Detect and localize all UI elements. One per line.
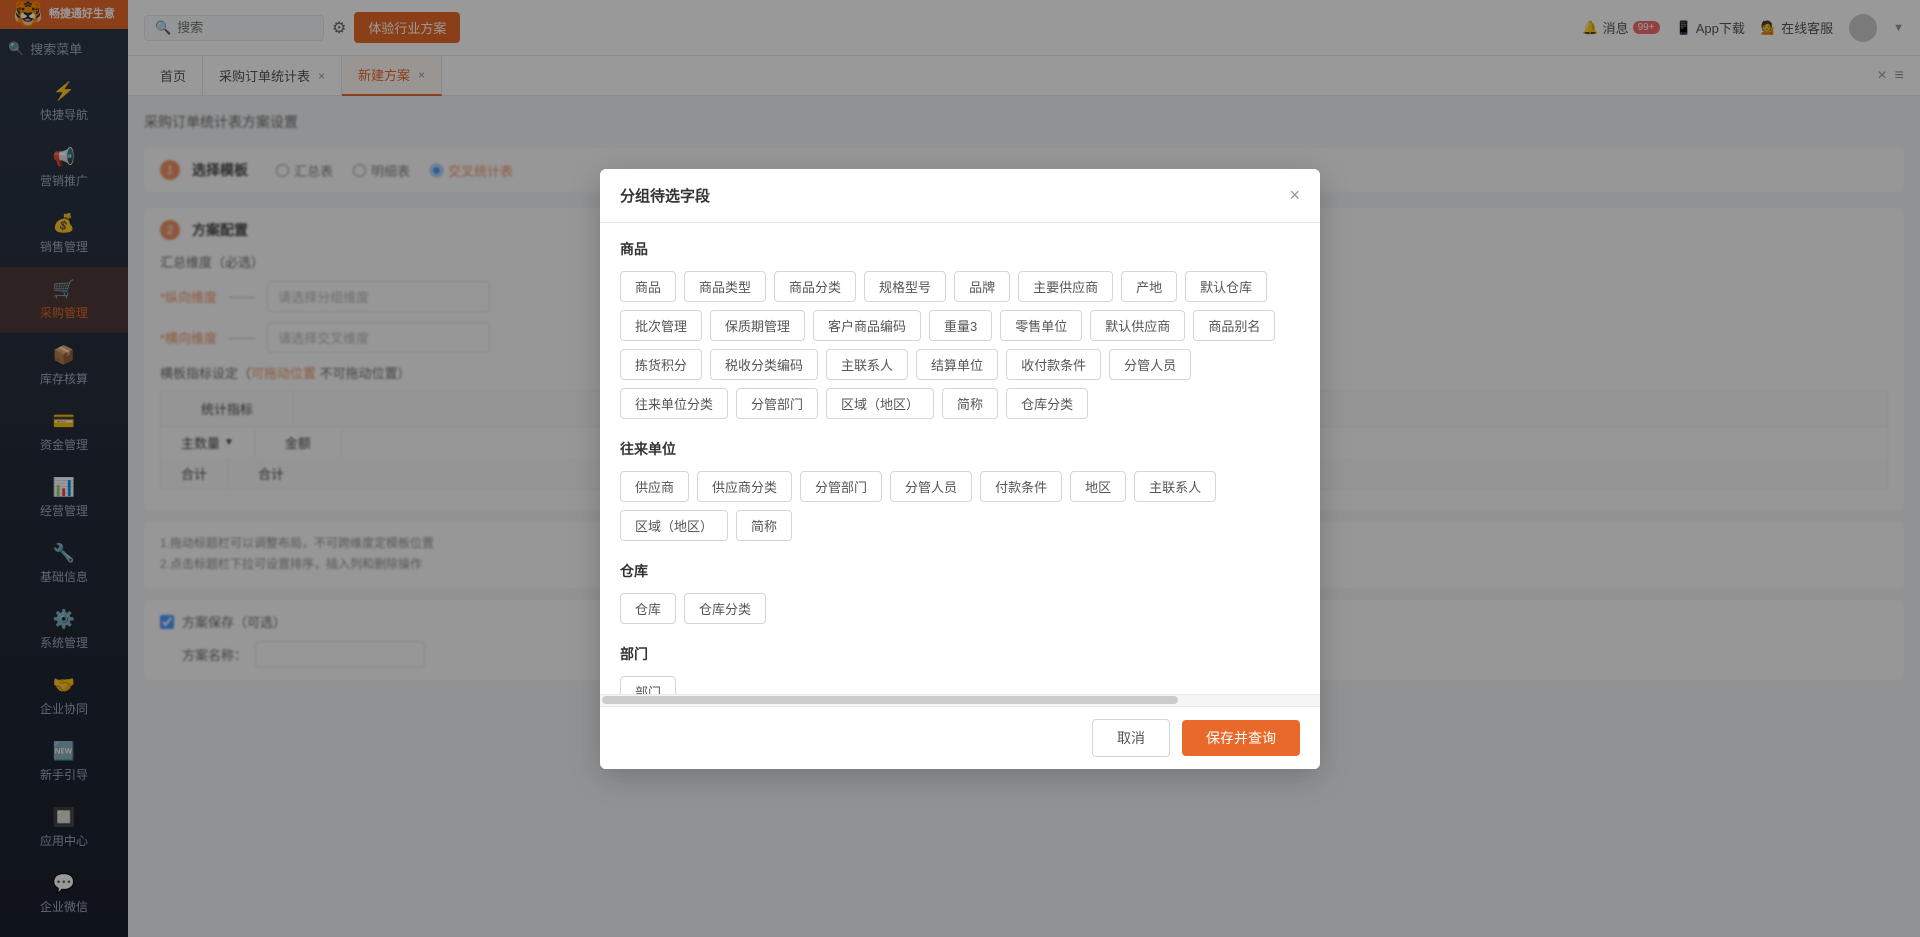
field-tag[interactable]: 批次管理: [620, 310, 702, 341]
hscroll-thumb: [602, 696, 1178, 704]
field-tag[interactable]: 区域（地区）: [620, 510, 728, 541]
field-tag[interactable]: 税收分类编码: [710, 349, 818, 380]
field-tag[interactable]: 简称: [942, 388, 998, 419]
modal-header: 分组待选字段 ×: [600, 169, 1320, 223]
field-tag[interactable]: 品牌: [954, 271, 1010, 302]
field-tag[interactable]: 商品分类: [774, 271, 856, 302]
section-warehouse-title: 仓库: [620, 561, 1300, 581]
modal-footer: 取消 保存并查询: [600, 706, 1320, 769]
field-tag[interactable]: 主联系人: [826, 349, 908, 380]
section-department: 部门 部门: [620, 644, 1300, 694]
modal-hscroll[interactable]: [600, 694, 1320, 706]
field-tag[interactable]: 规格型号: [864, 271, 946, 302]
field-tag[interactable]: 默认仓库: [1185, 271, 1267, 302]
field-tag[interactable]: 拣货积分: [620, 349, 702, 380]
section-department-title: 部门: [620, 644, 1300, 664]
field-tag[interactable]: 分管部门: [800, 471, 882, 502]
field-tag[interactable]: 供应商: [620, 471, 689, 502]
section-warehouse: 仓库 仓库 仓库分类: [620, 561, 1300, 624]
field-tag[interactable]: 客户商品编码: [813, 310, 921, 341]
field-tag[interactable]: 结算单位: [916, 349, 998, 380]
field-tag[interactable]: 商品别名: [1193, 310, 1275, 341]
section-partner-title: 往来单位: [620, 439, 1300, 459]
field-tag[interactable]: 主联系人: [1134, 471, 1216, 502]
field-tag[interactable]: 地区: [1070, 471, 1126, 502]
section-goods: 商品 商品 商品类型 商品分类 规格型号 品牌 主要供应商 产地 默认仓库 批次…: [620, 239, 1300, 419]
department-field-tags: 部门: [620, 676, 1300, 694]
field-tag[interactable]: 产地: [1121, 271, 1177, 302]
field-tag[interactable]: 部门: [620, 676, 676, 694]
field-tag[interactable]: 重量3: [929, 310, 992, 341]
goods-field-tags: 商品 商品类型 商品分类 规格型号 品牌 主要供应商 产地 默认仓库 批次管理 …: [620, 271, 1300, 419]
partner-field-tags: 供应商 供应商分类 分管部门 分管人员 付款条件 地区 主联系人 区域（地区） …: [620, 471, 1300, 541]
field-tag[interactable]: 仓库分类: [1006, 388, 1088, 419]
modal-body: 商品 商品 商品类型 商品分类 规格型号 品牌 主要供应商 产地 默认仓库 批次…: [600, 223, 1320, 694]
modal-save-btn[interactable]: 保存并查询: [1182, 720, 1300, 756]
modal-cancel-btn[interactable]: 取消: [1092, 719, 1170, 757]
field-tag[interactable]: 供应商分类: [697, 471, 792, 502]
field-tag[interactable]: 分管人员: [1109, 349, 1191, 380]
field-tag[interactable]: 仓库分类: [684, 593, 766, 624]
field-tag[interactable]: 分管部门: [736, 388, 818, 419]
modal-close-btn[interactable]: ×: [1289, 185, 1300, 206]
field-tag[interactable]: 零售单位: [1000, 310, 1082, 341]
field-tag[interactable]: 简称: [736, 510, 792, 541]
field-tag[interactable]: 分管人员: [890, 471, 972, 502]
section-goods-title: 商品: [620, 239, 1300, 259]
field-tag[interactable]: 付款条件: [980, 471, 1062, 502]
field-tag[interactable]: 保质期管理: [710, 310, 805, 341]
field-tag[interactable]: 商品类型: [684, 271, 766, 302]
field-tag[interactable]: 收付款条件: [1006, 349, 1101, 380]
field-tag[interactable]: 主要供应商: [1018, 271, 1113, 302]
field-tag[interactable]: 商品: [620, 271, 676, 302]
field-tag[interactable]: 仓库: [620, 593, 676, 624]
section-partner: 往来单位 供应商 供应商分类 分管部门 分管人员 付款条件 地区 主联系人 区域…: [620, 439, 1300, 541]
field-tag[interactable]: 默认供应商: [1090, 310, 1185, 341]
modal-field-select: 分组待选字段 × 商品 商品 商品类型 商品分类 规格型号 品牌 主要供应商 产…: [600, 169, 1320, 769]
field-tag[interactable]: 区域（地区）: [826, 388, 934, 419]
field-tag[interactable]: 往来单位分类: [620, 388, 728, 419]
warehouse-field-tags: 仓库 仓库分类: [620, 593, 1300, 624]
modal-title: 分组待选字段: [620, 185, 710, 206]
